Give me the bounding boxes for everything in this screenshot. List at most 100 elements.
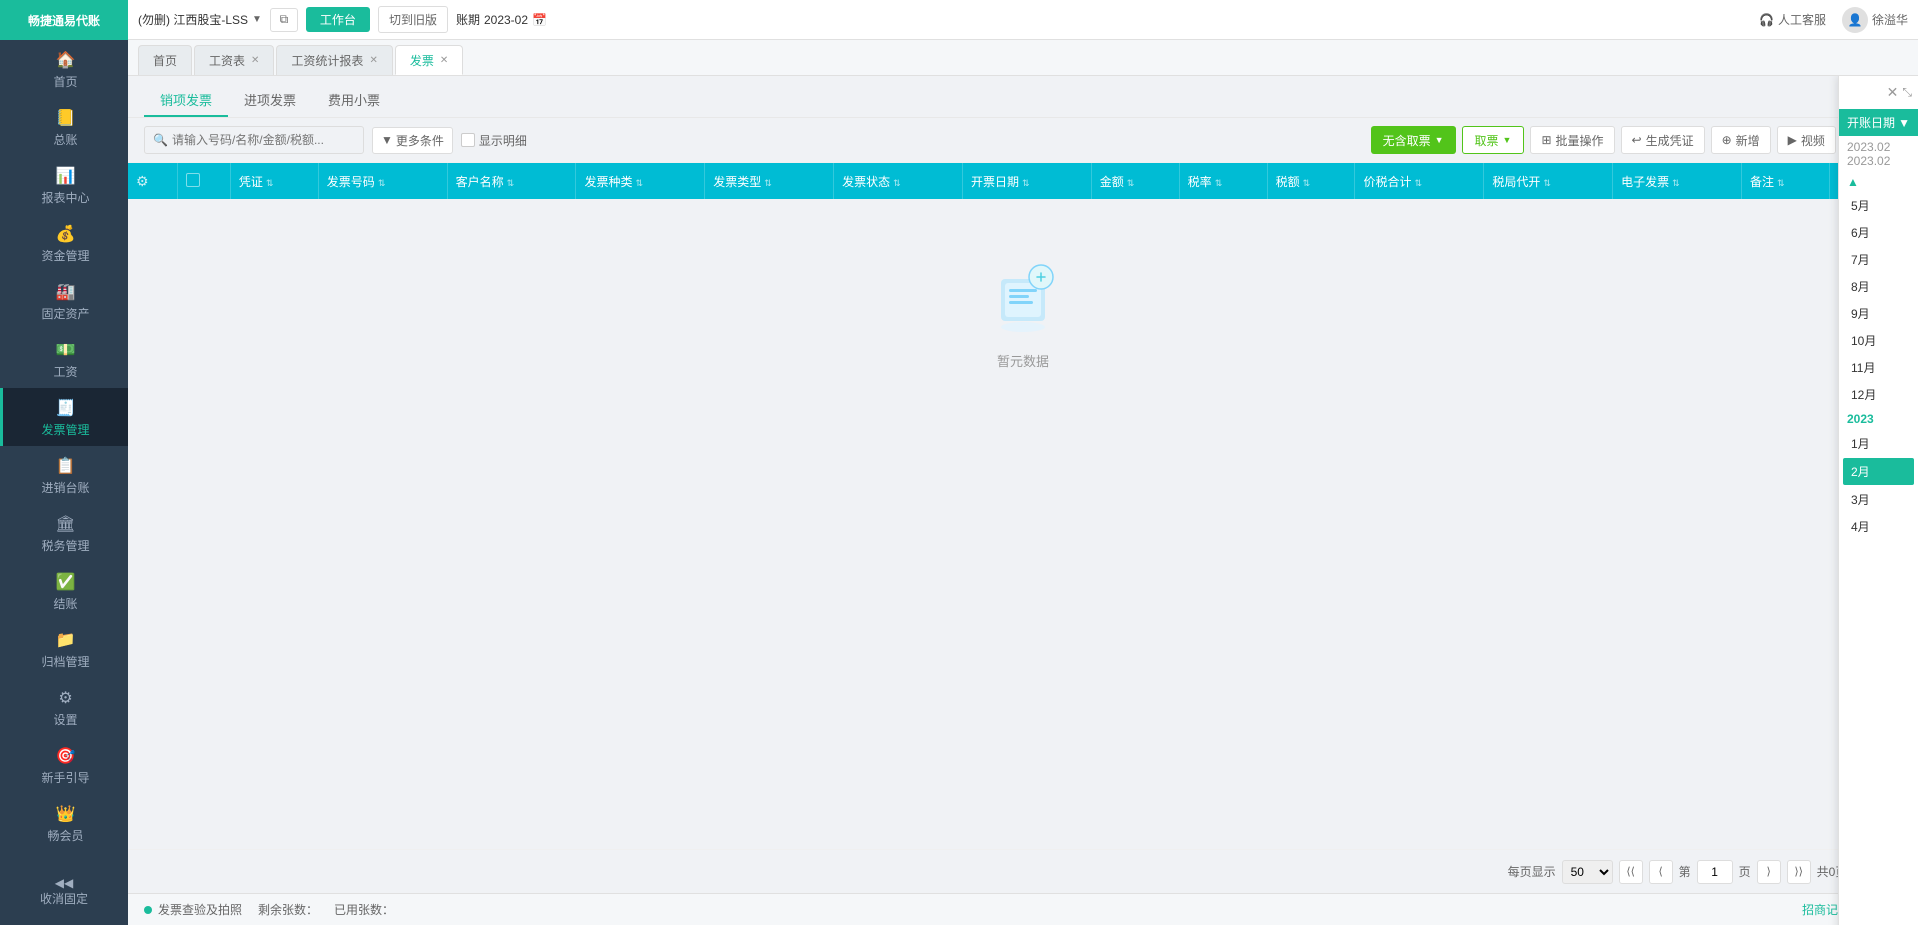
tab-close-icon[interactable]: ✕ [369,55,377,66]
sidebar-item-报表中心[interactable]: 📊报表中心 [0,156,128,214]
support-button[interactable]: 🎧 人工客服 [1759,11,1826,28]
verify-dot [144,906,152,914]
settings-icon[interactable]: ⚙ [136,173,149,189]
date-item-2023.03[interactable]: 3月 [1839,486,1918,513]
generate-voucher-button[interactable]: ↩ 生成凭证 [1621,126,1705,154]
sidebar-item-总账[interactable]: 📒总账 [0,98,128,156]
sidebar-item-结账[interactable]: ✅结账 [0,562,128,620]
tab-发票[interactable]: 发票✕ [395,45,463,75]
sidebar-item-畅会员[interactable]: 👑畅会员 [0,794,128,852]
col-invoice_type[interactable]: 发票种类⇅ [576,163,705,199]
sidebar-item-label: 资金管理 [41,247,89,264]
user-profile[interactable]: 👤 徐溢华 [1842,7,1908,33]
col-issue_date[interactable]: 开票日期⇅ [962,163,1091,199]
company-dropdown-arrow: ▼ [252,14,262,25]
topbar: (勿删) 江西股宝-LSS ▼ ⧉ 工作台 切到旧版 账期 2023-02 📅 … [128,0,1918,40]
date-item-2022.05[interactable]: 5月 [1839,192,1918,219]
last-page-btn[interactable]: ⟩⟩ [1787,860,1811,884]
col-settings[interactable]: ⚙ [128,163,178,199]
date-item-2022.08[interactable]: 8月 [1839,273,1918,300]
search-icon: 🔍 [153,133,168,147]
tab-label: 工资表 [209,52,245,69]
toolbar: 🔍 ▼ 更多条件 显示明细 无含取票 ▼ [128,118,1918,163]
period-label: 账期 [456,11,480,28]
search-box[interactable]: 🔍 [144,126,364,154]
collapse-icon: ◀◀ [55,876,73,890]
video-icon: ▶ [1788,133,1797,147]
date-item-2023.02[interactable]: 2月 [1843,458,1914,485]
year-2022-label: ▲ [1839,172,1918,192]
video-button[interactable]: ▶ 视频 [1777,126,1836,154]
select-all-checkbox[interactable] [186,173,200,187]
sub-tab-费用小票[interactable]: 费用小票 [312,84,396,117]
company-selector[interactable]: (勿删) 江西股宝-LSS ▼ [138,11,262,28]
new-button[interactable]: ⊕ 新增 [1711,126,1771,154]
sidebar-item-首页[interactable]: 🏠首页 [0,40,128,98]
tab-工资统计报表[interactable]: 工资统计报表✕ [276,45,392,75]
sidebar-item-label: 结账 [53,595,77,612]
date-item-2022.10[interactable]: 10月 [1839,327,1918,354]
used-label: 已用张数： [334,901,394,918]
per-page-select[interactable]: 102050100 [1562,860,1613,884]
col-amount[interactable]: 金额⇅ [1091,163,1179,199]
sidebar-icon: 📒 [56,108,76,128]
date-item-2023.04[interactable]: 4月 [1839,513,1918,540]
sub-tab-进项发票[interactable]: 进项发票 [228,84,312,117]
col-invoice_no[interactable]: 发票号码⇅ [318,163,447,199]
col-tax_rate[interactable]: 税率⇅ [1179,163,1267,199]
workbench-button[interactable]: 工作台 [306,7,370,32]
col-voucher[interactable]: 凭证⇅ [230,163,318,199]
tab-close-icon[interactable]: ✕ [251,55,259,66]
tab-首页[interactable]: 首页 [138,45,192,75]
verify-label-area: 发票查验及拍照 [144,901,242,918]
col-invoice_category[interactable]: 发票类型⇅ [705,163,834,199]
show-detail-checkbox-area[interactable]: 显示明细 [461,132,527,149]
sidebar-item-工资[interactable]: 💵工资 [0,330,128,388]
copy-button[interactable]: ⧉ [270,8,298,32]
batch-ops-button[interactable]: ⊞ 批量操作 [1530,126,1614,154]
sidebar-item-label: 畅会员 [47,827,83,844]
search-input[interactable] [172,133,352,147]
first-page-btn[interactable]: ⟨⟨ [1619,860,1643,884]
date-item-2023.01[interactable]: 1月 [1839,430,1918,457]
prev-page-btn[interactable]: ⟨ [1649,860,1673,884]
sidebar-item-税务管理[interactable]: 🏛税务管理 [0,504,128,562]
col-remarks[interactable]: 备注⇅ [1741,163,1829,199]
sidebar-item-新手引导[interactable]: 🎯新手引导 [0,736,128,794]
show-detail-checkbox[interactable] [461,133,475,147]
col-tax_amount[interactable]: 税额⇅ [1267,163,1355,199]
sidebar-item-进销台账[interactable]: 📋进销台账 [0,446,128,504]
sub-tab-销项发票[interactable]: 销项发票 [144,84,228,117]
no-tax-button[interactable]: 无含取票 ▼ [1371,126,1456,154]
date-item-2022.07[interactable]: 7月 [1839,246,1918,273]
col-total[interactable]: 价税合计⇅ [1355,163,1484,199]
date-item-2022.09[interactable]: 9月 [1839,300,1918,327]
date-item-2022.11[interactable]: 11月 [1839,354,1918,381]
col-tax_bureau[interactable]: 税局代开⇅ [1484,163,1613,199]
content-main: 销项发票进项发票费用小票 🔍 ▼ 更多条件 显示明细 [128,76,1918,925]
sidebar-item-collapse[interactable]: ◀◀ 收消固定 [0,868,128,915]
date-item-2022.06[interactable]: 6月 [1839,219,1918,246]
take-ticket-button[interactable]: 取票 ▼ [1462,126,1525,154]
col-checkbox[interactable] [178,163,231,199]
tab-close-icon[interactable]: ✕ [440,55,448,66]
sidebar-item-发票管理[interactable]: 🧾发票管理 [0,388,128,446]
switch-version-button[interactable]: 切到旧版 [378,6,448,33]
page-input[interactable] [1697,860,1733,884]
next-page-btn[interactable]: ⟩ [1757,860,1781,884]
sort-icon-customer: ⇅ [507,178,515,188]
sidebar-item-设置[interactable]: ⚙设置 [0,678,128,736]
col-customer[interactable]: 客户名称⇅ [447,163,576,199]
date-panel-maximize-icon[interactable]: ⤡ [1902,85,1912,100]
tab-工资表[interactable]: 工资表 ✕ [194,45,274,75]
sidebar-item-固定资产[interactable]: 🏭固定资产 [0,272,128,330]
date-panel-close-icon[interactable]: ✕ [1887,84,1899,101]
filter-button[interactable]: ▼ 更多条件 [372,127,453,154]
sidebar-item-资金管理[interactable]: 💰资金管理 [0,214,128,272]
col-invoice_status[interactable]: 发票状态⇅ [834,163,963,199]
date-item-2022.12[interactable]: 12月 [1839,381,1918,408]
date-panel-title[interactable]: 开账日期 ▼ [1839,109,1918,136]
sidebar-item-label: 报表中心 [41,189,89,206]
sidebar-item-归档管理[interactable]: 📁归档管理 [0,620,128,678]
col-electronic[interactable]: 电子发票⇅ [1613,163,1742,199]
